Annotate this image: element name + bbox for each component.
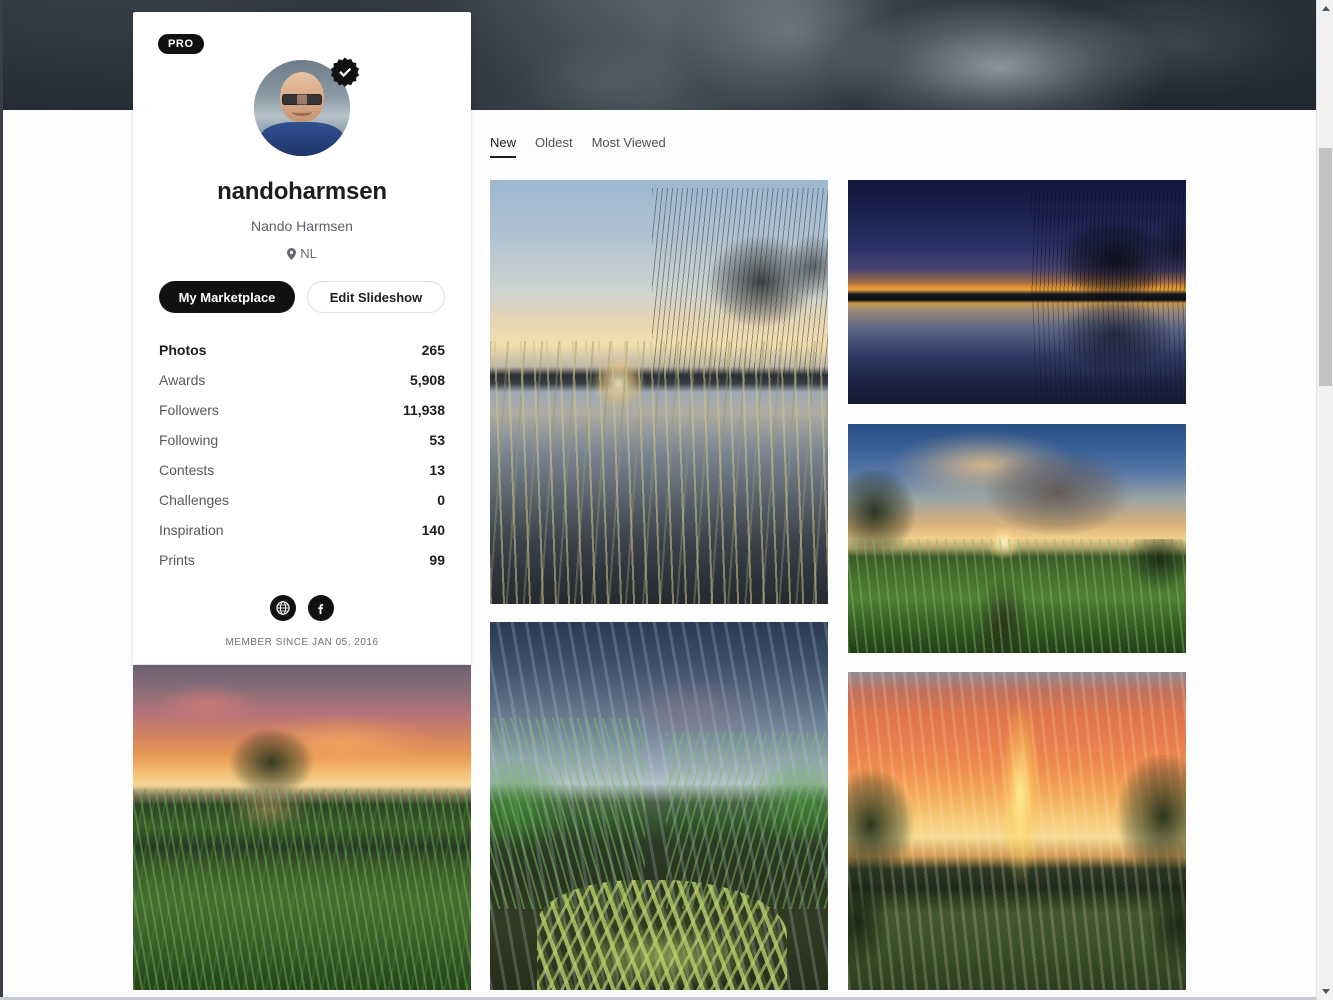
stat-value: 11,938 (402, 402, 445, 418)
stat-row-contests[interactable]: Contests 13 (159, 455, 445, 485)
stat-value: 13 (429, 462, 445, 478)
stat-value: 265 (421, 342, 445, 358)
stat-label: Inspiration (159, 522, 224, 538)
profile-location-label: NL (300, 246, 317, 261)
social-links (133, 595, 471, 621)
stat-row-photos[interactable]: Photos 265 (159, 335, 445, 365)
gallery-photo[interactable] (490, 180, 828, 604)
photo-image (133, 665, 471, 990)
stat-label: Contests (159, 462, 215, 478)
scrollbar-thumb[interactable] (1319, 148, 1332, 386)
tab-most-viewed[interactable]: Most Viewed (592, 135, 666, 158)
browser-viewport: PRO nandoharmsen Nando Harmsen NL My Mar… (0, 0, 1333, 1000)
avatar-wrapper[interactable] (254, 57, 360, 156)
stat-label: Awards (159, 372, 206, 388)
page-scrollbar[interactable] (1316, 0, 1333, 1000)
gallery-photo[interactable] (848, 424, 1186, 653)
stat-row-awards[interactable]: Awards 5,908 (159, 365, 445, 395)
gallery-photo[interactable] (848, 672, 1186, 990)
photo-image (848, 424, 1186, 653)
profile-fullname: Nando Harmsen (251, 218, 353, 234)
stat-row-following[interactable]: Following 53 (159, 425, 445, 455)
photo-lilypads-detail (537, 879, 788, 990)
facebook-icon (314, 601, 328, 615)
avatar-glasses (282, 94, 322, 105)
my-marketplace-button[interactable]: My Marketplace (159, 281, 295, 313)
stat-label: Photos (159, 342, 207, 358)
stat-value: 53 (429, 432, 445, 448)
stat-value: 5,908 (409, 372, 445, 388)
profile-location: NL (133, 246, 471, 261)
stat-row-prints[interactable]: Prints 99 (159, 545, 445, 575)
photo-image (848, 180, 1186, 404)
map-pin-icon (287, 247, 297, 260)
verified-check-icon (328, 56, 362, 90)
stat-label: Followers (159, 402, 219, 418)
globe-icon (276, 601, 290, 615)
gallery-sort-tabs: New Oldest Most Viewed (490, 135, 666, 158)
profile-username: nandoharmsen (217, 178, 387, 205)
avatar-shirt (261, 122, 343, 156)
photo-image (490, 180, 828, 604)
avatar-smile (292, 108, 312, 116)
browser-window-left-edge (0, 0, 3, 1000)
stat-label: Challenges (159, 492, 230, 508)
stat-value: 0 (437, 492, 445, 508)
tab-oldest[interactable]: Oldest (535, 135, 573, 158)
stat-row-inspiration[interactable]: Inspiration 140 (159, 515, 445, 545)
profile-card: PRO nandoharmsen Nando Harmsen NL My Mar… (133, 12, 471, 664)
stat-label: Prints (159, 552, 195, 568)
stat-value: 140 (421, 522, 445, 538)
member-since-label: MEMBER SINCE JAN 05, 2016 (225, 637, 379, 648)
gallery-photo[interactable] (848, 180, 1186, 404)
stat-row-followers[interactable]: Followers 11,938 (159, 395, 445, 425)
scrollbar-down-arrow-icon[interactable] (1317, 983, 1333, 1000)
gallery-photo[interactable] (133, 665, 471, 990)
facebook-link[interactable] (308, 595, 334, 621)
scrollbar-up-arrow-icon[interactable] (1317, 0, 1333, 17)
gallery-photo[interactable] (490, 622, 828, 990)
profile-action-buttons: My Marketplace Edit Slideshow (133, 281, 471, 313)
tab-new[interactable]: New (490, 135, 517, 158)
edit-slideshow-button[interactable]: Edit Slideshow (307, 281, 445, 313)
website-link[interactable] (270, 595, 296, 621)
photo-image (848, 672, 1186, 990)
stat-row-challenges[interactable]: Challenges 0 (159, 485, 445, 515)
stat-value: 99 (429, 552, 445, 568)
pro-badge: PRO (158, 34, 204, 54)
stat-label: Following (159, 432, 219, 448)
profile-stats-list: Photos 265 Awards 5,908 Followers 11,938… (159, 335, 445, 575)
